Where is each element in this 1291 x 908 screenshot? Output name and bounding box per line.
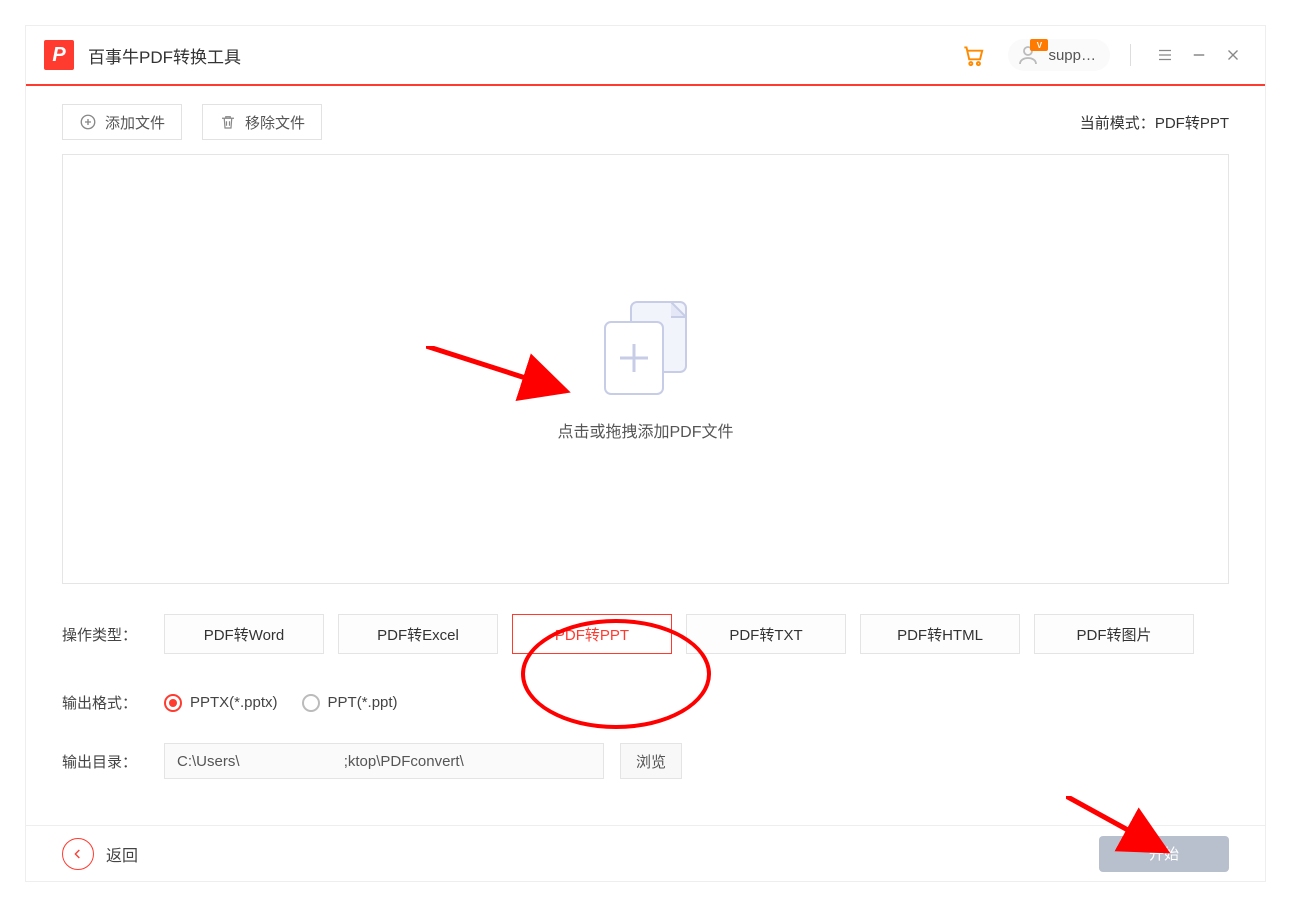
operation-type-group: PDF转Word PDF转Excel PDF转PPT PDF转TXT PDF转HTML P… xyxy=(164,614,1194,654)
menu-icon[interactable] xyxy=(1151,41,1179,69)
output-format-group: PPTX(*.pptx) PPT(*.ppt) xyxy=(164,694,422,712)
operation-type-5[interactable]: PDF转图片 xyxy=(1034,614,1194,654)
add-file-label: 添加文件 xyxy=(105,112,165,133)
start-button[interactable]: 开始 xyxy=(1099,836,1229,872)
user-avatar-icon: V xyxy=(1016,43,1040,67)
app-logo-icon: P xyxy=(44,40,74,70)
operation-type-0[interactable]: PDF转Word xyxy=(164,614,324,654)
operation-type-3[interactable]: PDF转TXT xyxy=(686,614,846,654)
add-file-button[interactable]: 添加文件 xyxy=(62,104,182,140)
back-button[interactable]: 返回 xyxy=(62,838,138,870)
plus-circle-icon xyxy=(79,113,97,131)
radio-dot-icon xyxy=(164,694,182,712)
user-name: supp… xyxy=(1048,47,1096,64)
vip-badge-icon: V xyxy=(1030,39,1048,51)
operation-type-label: 操作类型： xyxy=(62,624,148,645)
footer-bar: 返回 开始 xyxy=(26,825,1265,881)
output-format-radio-0[interactable]: PPTX(*.pptx) xyxy=(164,694,278,712)
radio-label: PPT(*.ppt) xyxy=(328,694,398,711)
title-bar: P 百事牛PDF转换工具 V supp… xyxy=(26,26,1265,86)
drop-hint: 点击或拖拽添加PDF文件 xyxy=(557,418,733,442)
file-drop-area[interactable]: 点击或拖拽添加PDF文件 xyxy=(62,154,1229,584)
remove-file-button[interactable]: 移除文件 xyxy=(202,104,322,140)
mode-value: PDF转PPT xyxy=(1155,115,1229,132)
output-format-label: 输出格式： xyxy=(62,692,148,713)
current-mode: 当前模式：PDF转PPT xyxy=(1080,112,1229,133)
output-dir-label: 输出目录： xyxy=(62,751,148,772)
minimize-button[interactable] xyxy=(1185,41,1213,69)
back-label: 返回 xyxy=(106,842,138,866)
arrow-left-icon xyxy=(62,838,94,870)
output-dir-input[interactable] xyxy=(164,743,604,779)
close-button[interactable] xyxy=(1219,41,1247,69)
operation-type-1[interactable]: PDF转Excel xyxy=(338,614,498,654)
app-title: 百事牛PDF转换工具 xyxy=(88,43,241,68)
trash-icon xyxy=(219,113,237,131)
separator xyxy=(1130,44,1131,66)
add-file-icon xyxy=(591,296,701,396)
operation-type-2[interactable]: PDF转PPT xyxy=(512,614,672,654)
radio-dot-icon xyxy=(302,694,320,712)
mode-prefix: 当前模式： xyxy=(1080,115,1155,132)
user-account[interactable]: V supp… xyxy=(1008,39,1110,71)
remove-file-label: 移除文件 xyxy=(245,112,305,133)
radio-label: PPTX(*.pptx) xyxy=(190,694,278,711)
output-format-radio-1[interactable]: PPT(*.ppt) xyxy=(302,694,398,712)
browse-button[interactable]: 浏览 xyxy=(620,743,682,779)
cart-icon[interactable] xyxy=(958,40,988,70)
operation-type-4[interactable]: PDF转HTML xyxy=(860,614,1020,654)
toolbar: 添加文件 移除文件 当前模式：PDF转PPT xyxy=(26,86,1265,140)
